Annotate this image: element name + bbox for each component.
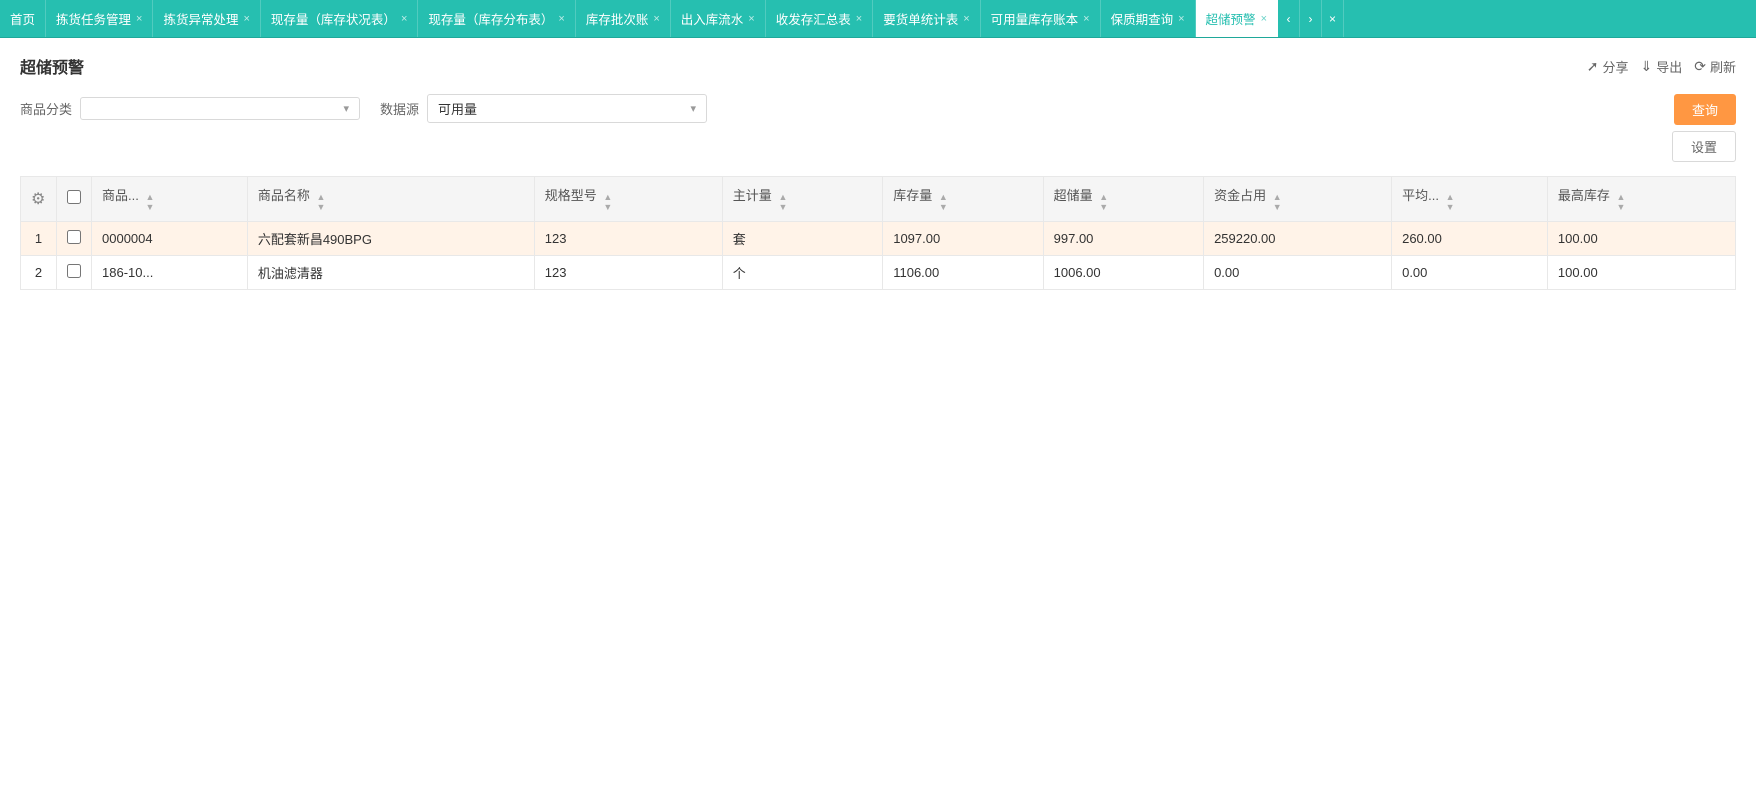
row-checkbox[interactable]	[67, 230, 81, 244]
nav-tab-exception[interactable]: 拣货异常处理 ×	[153, 0, 260, 38]
row-number: 1	[21, 221, 57, 255]
query-button[interactable]: 查询	[1674, 94, 1736, 125]
close-icon[interactable]: ×	[653, 13, 659, 25]
cell-product-code: 186-10...	[92, 255, 248, 289]
cell-unit: 个	[722, 255, 882, 289]
nav-prev-button[interactable]: ‹	[1278, 0, 1300, 38]
select-all-checkbox[interactable]	[67, 190, 81, 204]
page-title: 超储预警	[20, 54, 84, 78]
sort-arrows-icon: ▲▼	[1617, 193, 1626, 213]
share-button[interactable]: ➚ 分享	[1587, 57, 1629, 76]
column-avg[interactable]: 平均... ▲▼	[1392, 177, 1548, 222]
close-icon[interactable]: ×	[401, 13, 407, 25]
export-button[interactable]: ⇓ 导出	[1641, 57, 1683, 76]
column-stock[interactable]: 库存量 ▲▼	[883, 177, 1043, 222]
table-header-row: ⚙ 商品... ▲▼ 商品名称 ▲▼ 规格型号 ▲▼ 主计	[21, 177, 1736, 222]
table-row: 1 0000004 六配套新昌490BPG 123 套 1097.00 997.…	[21, 221, 1736, 255]
table-row: 2 186-10... 机油滤清器 123 个 1106.00 1006.00 …	[21, 255, 1736, 289]
cell-max-stock: 100.00	[1547, 255, 1735, 289]
close-icon[interactable]: ×	[558, 13, 564, 25]
nav-tab-available[interactable]: 可用量库存账本 ×	[981, 0, 1101, 38]
column-product-name[interactable]: 商品名称 ▲▼	[247, 177, 534, 222]
close-icon[interactable]: ×	[1178, 13, 1184, 25]
column-unit[interactable]: 主计量 ▲▼	[722, 177, 882, 222]
category-filter: 商品分类 ▾	[20, 97, 360, 120]
column-checkbox[interactable]	[57, 177, 92, 222]
nav-tab-quality[interactable]: 保质期查询 ×	[1101, 0, 1196, 38]
row-number: 2	[21, 255, 57, 289]
cell-capital: 259220.00	[1204, 221, 1392, 255]
cell-overstock: 1006.00	[1043, 255, 1203, 289]
sort-arrows-icon: ▲▼	[1099, 193, 1108, 213]
cell-unit: 套	[722, 221, 882, 255]
close-icon[interactable]: ×	[243, 13, 249, 25]
sort-arrows-icon: ▲▼	[1273, 193, 1282, 213]
chevron-down-icon: ▾	[343, 102, 349, 115]
cell-product-name: 机油滤清器	[247, 255, 534, 289]
settings-button[interactable]: 设置	[1672, 131, 1736, 162]
cell-capital: 0.00	[1204, 255, 1392, 289]
nav-tab-task-mgmt[interactable]: 拣货任务管理 ×	[46, 0, 153, 38]
close-icon[interactable]: ×	[136, 13, 142, 25]
cell-stock: 1097.00	[883, 221, 1043, 255]
row-checkbox-cell[interactable]	[57, 255, 92, 289]
nav-tab-overstock[interactable]: 超储预警 ×	[1196, 0, 1278, 38]
column-max-stock[interactable]: 最高库存 ▲▼	[1547, 177, 1735, 222]
refresh-icon: ⟳	[1694, 58, 1706, 75]
column-product-code[interactable]: 商品... ▲▼	[92, 177, 248, 222]
close-icon[interactable]: ×	[1083, 13, 1089, 25]
sort-arrows-icon: ▲▼	[778, 193, 787, 213]
top-navigation: 首页 拣货任务管理 × 拣货异常处理 × 现存量（库存状况表） × 现存量（库存…	[0, 0, 1756, 38]
close-icon[interactable]: ×	[856, 13, 862, 25]
cell-product-code: 0000004	[92, 221, 248, 255]
cell-max-stock: 100.00	[1547, 221, 1735, 255]
cell-stock: 1106.00	[883, 255, 1043, 289]
nav-close-button[interactable]: ×	[1322, 0, 1344, 38]
nav-tab-batch[interactable]: 库存批次账 ×	[576, 0, 671, 38]
chevron-down-icon: ▾	[691, 102, 697, 115]
cell-spec: 123	[534, 255, 722, 289]
sort-arrows-icon: ▲▼	[316, 193, 325, 213]
datasource-label: 数据源	[380, 99, 419, 118]
nav-tab-inout[interactable]: 出入库流水 ×	[671, 0, 766, 38]
column-spec[interactable]: 规格型号 ▲▼	[534, 177, 722, 222]
row-checkbox[interactable]	[67, 264, 81, 278]
close-icon[interactable]: ×	[748, 13, 754, 25]
datasource-select[interactable]: 可用量 ▾	[427, 94, 707, 123]
cell-avg: 260.00	[1392, 221, 1548, 255]
data-table: ⚙ 商品... ▲▼ 商品名称 ▲▼ 规格型号 ▲▼ 主计	[20, 176, 1736, 290]
column-settings[interactable]: ⚙	[21, 177, 57, 222]
gear-icon[interactable]: ⚙	[31, 191, 45, 208]
export-icon: ⇓	[1641, 58, 1653, 75]
close-icon[interactable]: ×	[963, 13, 969, 25]
cell-spec: 123	[534, 221, 722, 255]
column-capital[interactable]: 资金占用 ▲▼	[1204, 177, 1392, 222]
cell-overstock: 997.00	[1043, 221, 1203, 255]
row-checkbox-cell[interactable]	[57, 221, 92, 255]
cell-avg: 0.00	[1392, 255, 1548, 289]
datasource-filter: 数据源 可用量 ▾	[380, 94, 707, 123]
refresh-button[interactable]: ⟳ 刷新	[1694, 57, 1736, 76]
category-label: 商品分类	[20, 99, 72, 118]
nav-tab-stock-status[interactable]: 现存量（库存状况表） ×	[261, 0, 418, 38]
filter-actions: 查询 设置	[1672, 94, 1736, 162]
share-icon: ➚	[1587, 58, 1599, 75]
sort-arrows-icon: ▲▼	[939, 193, 948, 213]
nav-tab-stock-dist[interactable]: 现存量（库存分布表） ×	[418, 0, 575, 38]
sort-arrows-icon: ▲▼	[1446, 193, 1455, 213]
nav-tab-order-stats[interactable]: 要货单统计表 ×	[873, 0, 980, 38]
nav-tab-home[interactable]: 首页	[0, 0, 46, 38]
sort-arrows-icon: ▲▼	[145, 193, 154, 213]
page-header: 超储预警 ➚ 分享 ⇓ 导出 ⟳ 刷新	[20, 54, 1736, 78]
cell-product-name: 六配套新昌490BPG	[247, 221, 534, 255]
main-content: 超储预警 ➚ 分享 ⇓ 导出 ⟳ 刷新 商品分类 ▾	[0, 38, 1756, 800]
category-select[interactable]: ▾	[80, 97, 360, 120]
column-overstock[interactable]: 超储量 ▲▼	[1043, 177, 1203, 222]
nav-next-button[interactable]: ›	[1300, 0, 1322, 38]
nav-tab-summary[interactable]: 收发存汇总表 ×	[766, 0, 873, 38]
header-actions: ➚ 分享 ⇓ 导出 ⟳ 刷新	[1587, 57, 1736, 76]
datasource-select-value: 可用量	[438, 99, 477, 118]
close-icon[interactable]: ×	[1261, 13, 1267, 25]
sort-arrows-icon: ▲▼	[603, 193, 612, 213]
